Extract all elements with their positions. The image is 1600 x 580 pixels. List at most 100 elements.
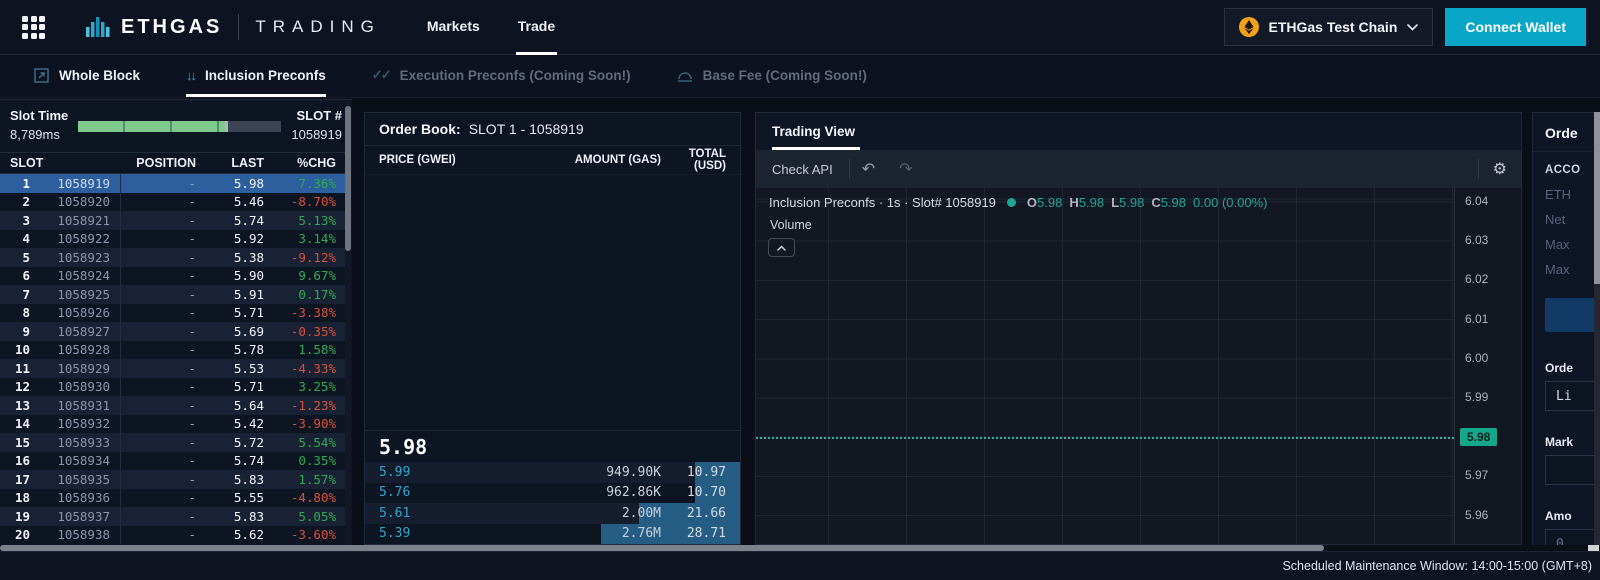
slot-table-row[interactable]: 20 1058938- 5.62 -3.60% (0, 525, 346, 544)
chevron-down-icon (1407, 23, 1419, 31)
primary-action-button[interactable] (1545, 298, 1600, 332)
order-type-select[interactable]: Li (1545, 381, 1600, 411)
slot-time-block: Slot Time 8,789ms SLOT # 1058919 (0, 100, 352, 152)
check-api-button[interactable]: Check API (756, 162, 849, 177)
cell-chg: 7.36% (298, 175, 336, 191)
amount-input[interactable]: 0 (1545, 529, 1600, 545)
nav-item-trade[interactable]: Trade (515, 0, 558, 55)
cell-chg: -4.80% (290, 490, 336, 506)
brand-name: ETHGAS (121, 15, 223, 38)
cell-rank: 6 (22, 268, 30, 284)
slot-table-row[interactable]: 12 1058930- 5.71 3.25% (0, 377, 346, 396)
order-book-row[interactable]: 5.61 2.00M 21.66 (365, 503, 740, 524)
nav-item-markets[interactable]: Markets (425, 0, 482, 55)
order-book-row[interactable]: 5.39 2.76M 28.71 (365, 523, 740, 544)
price-axis-tick: 6.00 (1465, 350, 1489, 365)
slot-table-row[interactable]: 15 1058933- 5.72 5.54% (0, 433, 346, 452)
cell-last: 5.55 (233, 490, 264, 506)
brand-divider (238, 14, 240, 40)
cell-rank: 13 (14, 397, 30, 413)
slot-table-row[interactable]: 4 1058922- 5.92 3.14% (0, 229, 346, 248)
cell-last: 5.69 (233, 323, 264, 339)
ethgas-logo-icon (86, 17, 110, 37)
cell-last: 5.64 (233, 397, 264, 413)
cell-price: 5.99 (379, 464, 411, 480)
slot-table-row[interactable]: 7 1058925- 5.91 0.17% (0, 285, 346, 304)
collapse-volume-button[interactable] (768, 238, 795, 257)
cell-last: 5.62 (233, 527, 264, 543)
slot-table-row[interactable]: 5 1058923- 5.38 -9.12% (0, 248, 346, 267)
scrollbar-thumb[interactable] (1594, 112, 1600, 284)
slot-table-row[interactable]: 18 1058936- 5.55 -4.80% (0, 488, 346, 507)
order-book-row[interactable]: 5.99 949.90K 10.97 (365, 462, 740, 483)
tab-base-fee[interactable]: Base Fee (Coming Soon!) (677, 56, 867, 97)
price-axis[interactable]: 6.04 6.03 6.02 6.01 6.00 5.99 5.98 5.97 5.96 (1454, 188, 1521, 544)
apps-grid-icon[interactable] (22, 15, 45, 39)
redo-icon[interactable]: ↷ (887, 159, 924, 179)
col-last: LAST (231, 156, 264, 170)
status-bar: Scheduled Maintenance Window: 14:00-15:0… (0, 551, 1600, 580)
slot-table-row[interactable]: 6 1058924- 5.90 9.67% (0, 266, 346, 285)
cell-slot: 1058919 (57, 175, 110, 191)
chain-selector[interactable]: ETHGas Test Chain (1223, 8, 1434, 46)
slot-table-row[interactable]: 9 1058927- 5.69 -0.35% (0, 322, 346, 341)
cell-pos: - (120, 266, 204, 285)
order-book-columns: PRICE (GWEI) AMOUNT (GAS) TOTAL (USD) (365, 146, 740, 175)
slot-table-row[interactable]: 19 1058937- 5.83 5.05% (0, 507, 346, 526)
cell-slot: 1058921 (57, 212, 110, 228)
scrollbar-thumb[interactable] (345, 106, 351, 251)
cell-slot: 1058931 (57, 397, 110, 413)
slot-table-row[interactable]: 2 1058920- 5.46 -8.70% (0, 192, 346, 211)
tab-whole-block[interactable]: Whole Block (34, 56, 140, 97)
cell-amt: 949.90K (606, 464, 661, 480)
cell-chg: -3.90% (290, 416, 336, 432)
cell-price: 5.76 (379, 485, 411, 501)
cell-chg: -3.38% (290, 305, 336, 321)
col-price: PRICE (GWEI) (379, 154, 456, 166)
account-row: Net (1545, 212, 1566, 227)
connect-wallet-button[interactable]: Connect Wallet (1445, 8, 1586, 46)
amount-label: Amo (1545, 509, 1572, 523)
cell-slot: 1058932 (57, 416, 110, 432)
order-book-title-value: SLOT 1 - 1058919 (468, 121, 584, 137)
tab-inclusion-preconfs[interactable]: ↓↓ Inclusion Preconfs (186, 56, 326, 97)
slot-number-value: 1058919 (291, 127, 342, 142)
gas-dome-icon (677, 71, 692, 82)
cell-last: 5.71 (233, 305, 264, 321)
cell-last: 5.92 (233, 231, 264, 247)
slot-table-row[interactable]: 11 1058929- 5.53 -4.33% (0, 359, 346, 378)
cell-chg: 3.25% (298, 379, 336, 395)
price-input[interactable] (1545, 455, 1600, 485)
tab-trading-view[interactable]: Trading View (756, 124, 855, 139)
cell-pos: - (120, 396, 204, 415)
window-vertical-scrollbar[interactable] (1594, 112, 1600, 545)
slot-list-scrollbar[interactable] (345, 100, 351, 545)
cell-slot: 1058938 (57, 527, 110, 543)
cell-last: 5.74 (233, 453, 264, 469)
cell-rank: 20 (14, 527, 30, 543)
slot-table-row[interactable]: 8 1058926- 5.71 -3.38% (0, 303, 346, 322)
cell-total: 10.97 (686, 464, 726, 480)
cell-last: 5.42 (233, 416, 264, 432)
slot-table-row[interactable]: 10 1058928- 5.78 1.58% (0, 340, 346, 359)
undo-icon[interactable]: ↶ (850, 159, 887, 179)
cell-rank: 7 (22, 286, 30, 302)
slot-table-row[interactable]: 16 1058934- 5.74 0.35% (0, 451, 346, 470)
tab-execution-preconfs[interactable]: ✓✓ Execution Preconfs (Coming Soon!) (372, 56, 631, 97)
account-row: ETH (1545, 187, 1571, 202)
gear-icon[interactable]: ⚙ (1479, 159, 1521, 179)
slot-table-row[interactable]: 13 1058931- 5.64 -1.23% (0, 396, 346, 415)
account-row: Max (1545, 237, 1570, 252)
slot-table-row[interactable]: 1 1058919- 5.98 7.36% (0, 174, 346, 193)
cell-pos: - (120, 470, 204, 489)
price-axis-tick: 6.04 (1465, 194, 1489, 208)
col-slot: SLOT (10, 156, 44, 170)
slot-table-row[interactable]: 17 1058935- 5.83 1.57% (0, 470, 346, 489)
slot-table-row[interactable]: 3 1058921- 5.74 5.13% (0, 211, 346, 230)
slot-table-row[interactable]: 14 1058932- 5.42 -3.90% (0, 414, 346, 433)
order-book-title-label: Order Book: (379, 121, 461, 137)
top-navbar: ETHGAS TRADING Markets Trade ETHGas Test… (0, 0, 1600, 55)
cell-rank: 12 (14, 379, 30, 395)
order-book-row[interactable]: 5.76 962.86K 10.70 (365, 482, 740, 503)
cell-chg: 9.67% (298, 268, 336, 284)
